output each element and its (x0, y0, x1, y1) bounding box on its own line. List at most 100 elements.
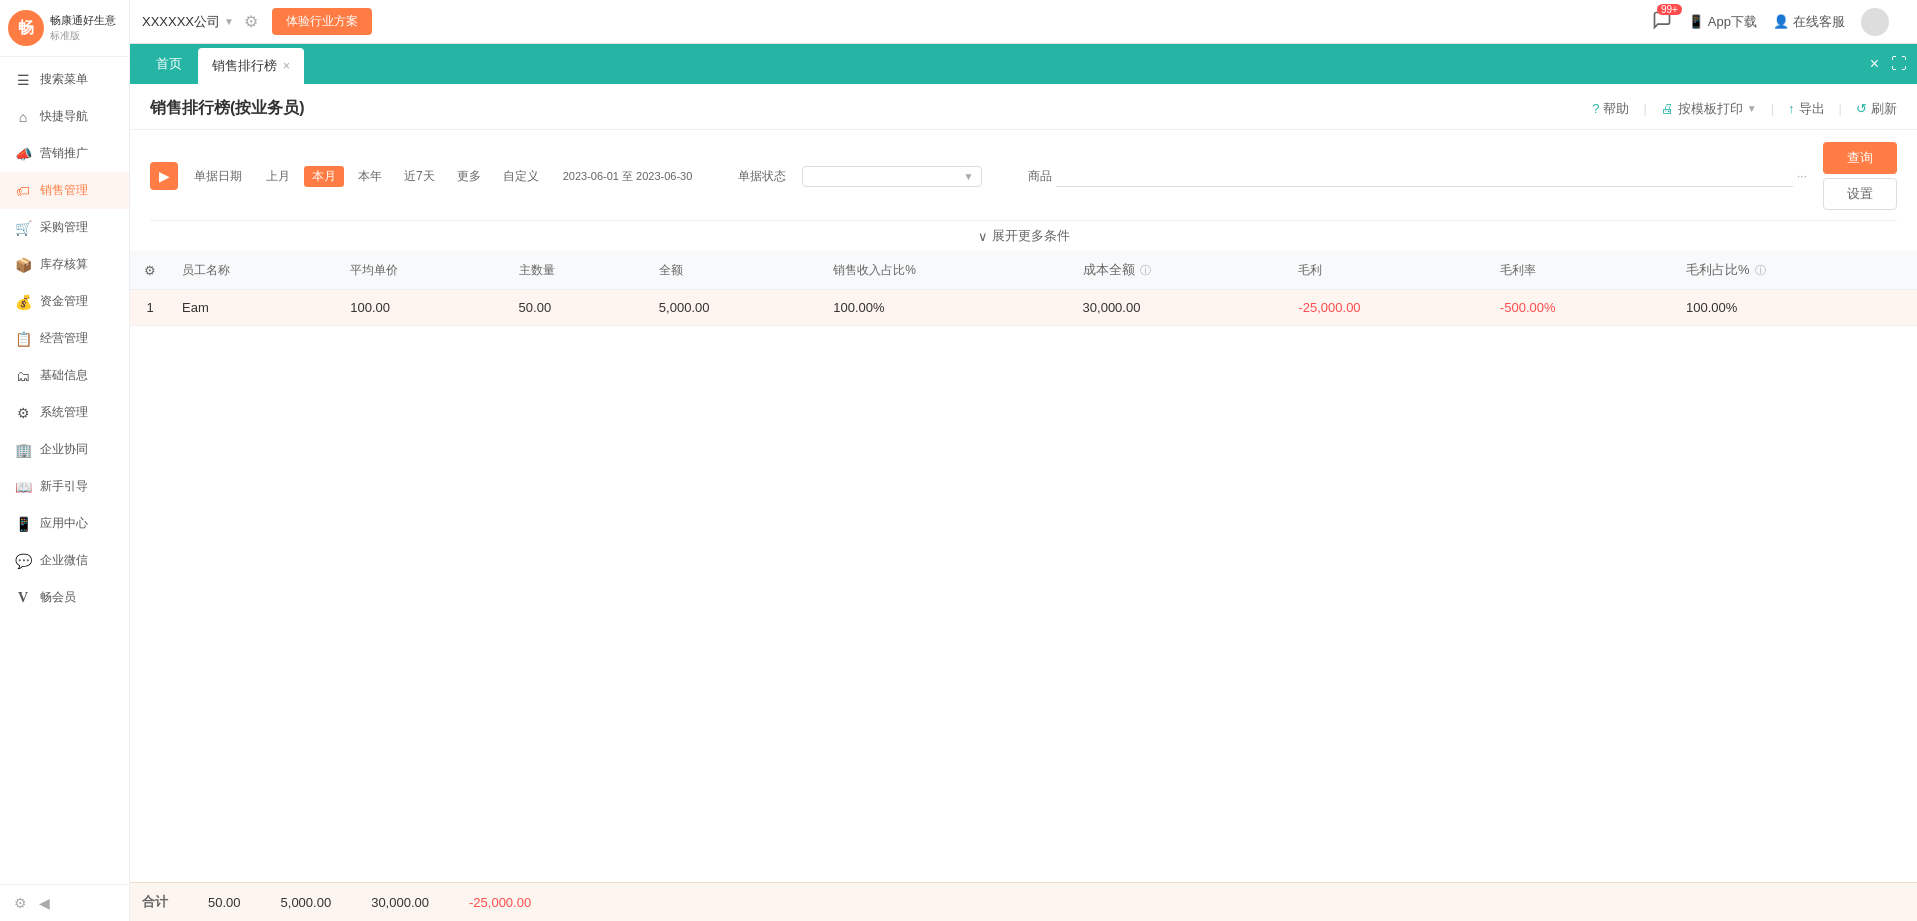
help-button[interactable]: ? 帮助 (1592, 100, 1629, 118)
sidebar-item-quick-nav[interactable]: ⌂ 快捷导航 (0, 98, 129, 135)
print-label: 按模板打印 (1678, 100, 1743, 118)
topbar-settings-icon[interactable]: ⚙ (244, 12, 258, 31)
sidebar-nav: ☰ 搜索菜单 ⌂ 快捷导航 📣 营销推广 🏷 销售管理 🛒 采购管理 📦 库存核… (0, 57, 129, 884)
status-filter-label: 单据状态 (738, 168, 786, 185)
tab-sales-ranking[interactable]: 销售排行榜 × (198, 48, 304, 84)
app-download-btn[interactable]: 📱 App下载 (1688, 13, 1757, 31)
divider3: | (1839, 101, 1842, 116)
col-profit: 毛利 (1286, 251, 1487, 290)
cell-avg-price: 100.00 (338, 290, 506, 326)
logo-subtitle: 标准版 (50, 29, 116, 43)
tab-label: 销售排行榜 (212, 57, 277, 75)
sidebar-item-enterprise[interactable]: 🏢 企业协同 (0, 431, 129, 468)
sidebar-item-label: 企业微信 (40, 552, 88, 569)
content-inner: 销售排行榜(按业务员) ? 帮助 | 🖨 按模板打印 ▼ | ↑ (130, 84, 1917, 882)
date-btn-last-7days[interactable]: 近7天 (396, 166, 443, 187)
sidebar-item-base-info[interactable]: 🗂 基础信息 (0, 357, 129, 394)
trial-button[interactable]: 体验行业方案 (272, 8, 372, 35)
app-download-icon: 📱 (1688, 14, 1704, 29)
export-icon: ↑ (1788, 101, 1795, 116)
sidebar-item-wechat[interactable]: 💬 企业微信 (0, 542, 129, 579)
footer-cost: 30,000.00 (371, 895, 429, 910)
settings-button[interactable]: 设置 (1823, 178, 1897, 210)
goods-more-icon[interactable]: ··· (1797, 169, 1807, 183)
status-select[interactable]: ▼ (802, 166, 982, 187)
sidebar-item-label: 新手引导 (40, 478, 88, 495)
col-profit-pct: 毛利占比% ⓘ (1674, 251, 1917, 290)
sidebar-item-guide[interactable]: 📖 新手引导 (0, 468, 129, 505)
sidebar-item-label: 畅会员 (40, 589, 76, 606)
sidebar-collapse-icon[interactable]: ◀ (39, 895, 50, 911)
sidebar-item-system[interactable]: ⚙ 系统管理 (0, 394, 129, 431)
online-service-btn[interactable]: 👤 在线客服 (1773, 13, 1845, 31)
sidebar-item-inventory[interactable]: 📦 库存核算 (0, 246, 129, 283)
table-footer: 合计 50.00 5,000.00 30,000.00 -25,000.00 (130, 882, 1917, 921)
sidebar-item-search[interactable]: ☰ 搜索菜单 (0, 61, 129, 98)
company-selector[interactable]: XXXXXX公司 ▼ (142, 13, 234, 31)
footer-main-qty: 50.00 (208, 895, 241, 910)
cost-info-icon[interactable]: ⓘ (1140, 264, 1151, 276)
date-btn-this-year[interactable]: 本年 (350, 166, 390, 187)
avatar[interactable] (1861, 8, 1889, 36)
date-btn-more[interactable]: 更多 (449, 166, 489, 187)
topbar-right: 99+ 📱 App下载 👤 在线客服 (1652, 8, 1905, 36)
profit-pct-info-icon[interactable]: ⓘ (1755, 264, 1766, 276)
inventory-icon: 📦 (14, 257, 32, 273)
tab-close-icon[interactable]: × (283, 59, 290, 73)
col-settings[interactable]: ⚙ (130, 251, 170, 290)
sidebar-item-marketing[interactable]: 📣 营销推广 (0, 135, 129, 172)
tab-close-window-icon[interactable]: × (1870, 55, 1879, 73)
tab-maximize-icon[interactable]: ⛶ (1891, 55, 1907, 73)
sidebar-item-app-center[interactable]: 📱 应用中心 (0, 505, 129, 542)
export-button[interactable]: ↑ 导出 (1788, 100, 1825, 118)
table-wrapper: ⚙ 员工名称 平均单价 主数量 全额 销售收入占比% 成本全额 ⓘ (130, 251, 1917, 326)
wechat-icon: 💬 (14, 553, 32, 569)
date-btn-custom[interactable]: 自定义 (495, 166, 547, 187)
print-button[interactable]: 🖨 按模板打印 ▼ (1661, 100, 1757, 118)
sidebar-bottom: ⚙ ◀ (0, 884, 129, 921)
filter-area: ▶ 单据日期 上月 本月 本年 近7天 更多 自定义 2023-06-01 至 … (130, 130, 1917, 251)
member-icon: V (14, 590, 32, 606)
table-area: ⚙ 员工名称 平均单价 主数量 全额 销售收入占比% 成本全额 ⓘ (130, 251, 1917, 326)
sidebar-item-finance[interactable]: 💰 资金管理 (0, 283, 129, 320)
sidebar-item-member[interactable]: V 畅会员 (0, 579, 129, 616)
divider: | (1643, 101, 1646, 116)
col-cost-label: 成本全额 (1083, 262, 1135, 277)
col-main-qty: 主数量 (507, 251, 647, 290)
date-btn-this-month[interactable]: 本月 (304, 166, 344, 187)
service-icon: 👤 (1773, 14, 1789, 29)
sidebar-item-operations[interactable]: 📋 经营管理 (0, 320, 129, 357)
goods-search-input[interactable] (1056, 166, 1793, 187)
expand-conditions-btn[interactable]: ∨ 展开更多条件 (978, 227, 1070, 245)
col-profit-pct-label: 毛利占比% (1686, 262, 1750, 277)
app-center-icon: 📱 (14, 516, 32, 532)
purchase-icon: 🛒 (14, 220, 32, 236)
logo-icon: 畅 (8, 10, 44, 46)
cell-name: Eam (170, 290, 338, 326)
message-icon[interactable]: 99+ (1652, 10, 1672, 33)
base-info-icon: 🗂 (14, 368, 32, 384)
col-cost: 成本全额 ⓘ (1071, 251, 1287, 290)
col-amount: 全额 (647, 251, 821, 290)
data-table: ⚙ 员工名称 平均单价 主数量 全额 销售收入占比% 成本全额 ⓘ (130, 251, 1917, 326)
sidebar-item-label: 快捷导航 (40, 108, 88, 125)
cell-rank: 1 (130, 290, 170, 326)
date-btn-last-month[interactable]: 上月 (258, 166, 298, 187)
footer-label: 合计 (142, 893, 168, 911)
cell-main-qty: 50.00 (507, 290, 647, 326)
date-range-text: 2023-06-01 至 2023-06-30 (563, 169, 693, 184)
topbar: XXXXXX公司 ▼ ⚙ 体验行业方案 99+ 📱 App下载 👤 在线客服 (130, 0, 1917, 44)
refresh-button[interactable]: ↺ 刷新 (1856, 100, 1897, 118)
filter-toggle-btn[interactable]: ▶ (150, 162, 178, 190)
goods-filter-label: 商品 (1028, 168, 1052, 185)
finance-icon: 💰 (14, 294, 32, 310)
query-button[interactable]: 查询 (1823, 142, 1897, 174)
sidebar-item-purchase[interactable]: 🛒 采购管理 (0, 209, 129, 246)
system-icon: ⚙ (14, 405, 32, 421)
app-download-label: App下载 (1708, 13, 1757, 31)
sidebar-settings-icon[interactable]: ⚙ (14, 895, 27, 911)
tab-home[interactable]: 首页 (140, 44, 198, 84)
table-settings-icon[interactable]: ⚙ (144, 263, 156, 278)
sidebar-item-sales[interactable]: 🏷 销售管理 (0, 172, 129, 209)
page-title: 销售排行榜(按业务员) (150, 98, 305, 119)
